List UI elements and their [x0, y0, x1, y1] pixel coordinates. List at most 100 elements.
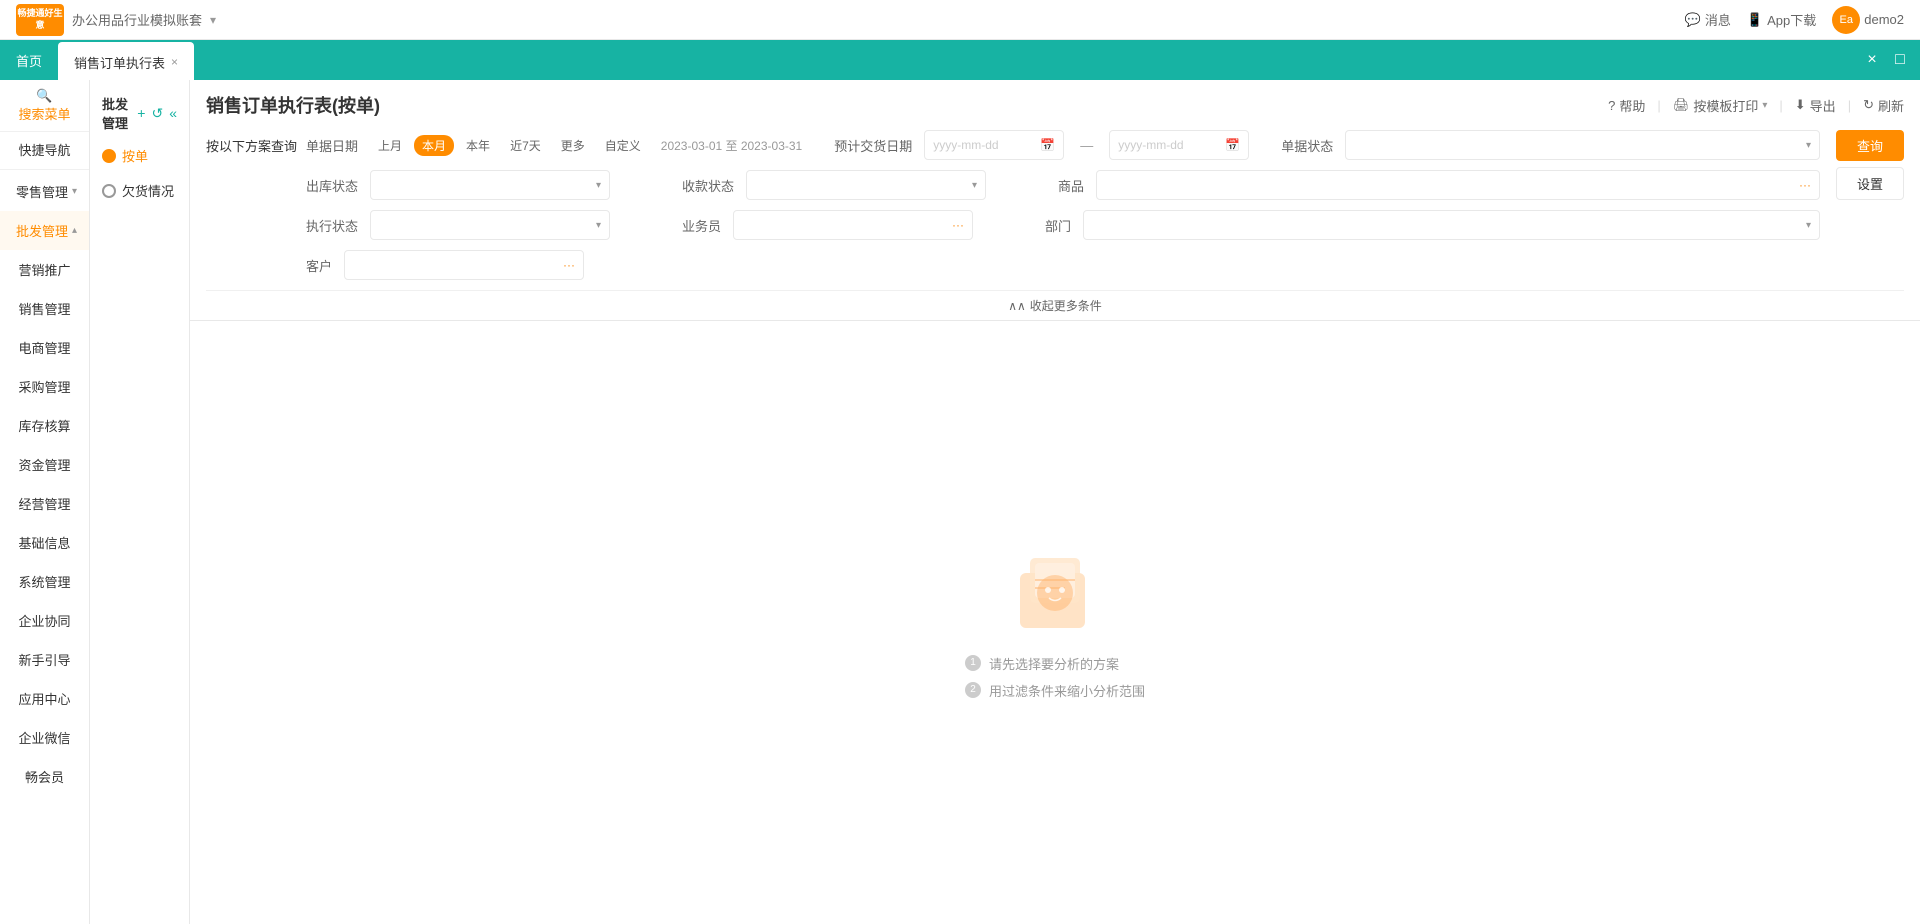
- sidebar-item-appcenter[interactable]: 应用中心: [0, 679, 89, 718]
- sidebar-item-inventory[interactable]: 库存核算: [0, 406, 89, 445]
- print-template-button[interactable]: 🖨 按模板打印 ▾: [1673, 96, 1768, 115]
- tab-home[interactable]: 首页: [0, 40, 58, 80]
- message-button[interactable]: 💬 消息: [1685, 10, 1731, 29]
- sidebar-item-system[interactable]: 系统管理: [0, 562, 89, 601]
- empty-illustration: [1005, 538, 1105, 638]
- sidebar-item-finance[interactable]: 资金管理: [0, 445, 89, 484]
- sub-item-欠货情况[interactable]: 欠货情况: [90, 173, 189, 208]
- filter-controls: 单据日期 上月 本月 本年 近7天 更多 自定义 2023-03-01 至 20…: [306, 130, 1820, 280]
- date-start-input[interactable]: yyyy-mm-dd 📅: [924, 130, 1064, 160]
- tab-minimize-button[interactable]: ×: [1860, 48, 1884, 72]
- date-tab-custom[interactable]: 自定义: [597, 135, 649, 156]
- date-tab-this-month[interactable]: 本月: [414, 135, 454, 156]
- customer-select[interactable]: ···: [344, 250, 584, 280]
- sidebar-item-operations[interactable]: 经营管理: [0, 484, 89, 523]
- date-tab-7days[interactable]: 近7天: [502, 135, 549, 156]
- sidebar-item-ecommerce[interactable]: 电商管理: [0, 328, 89, 367]
- sub-item-label-2: 欠货情况: [122, 181, 174, 200]
- date-range-display: 2023-03-01 至 2023-03-31: [661, 137, 802, 154]
- export-button[interactable]: ⬇ 导出: [1795, 96, 1836, 115]
- search-button[interactable]: 查询: [1836, 130, 1904, 161]
- exec-status-select[interactable]: ▾: [370, 210, 610, 240]
- app-download-label: App下载: [1767, 10, 1816, 29]
- sidebar-retail-arrow: ▾: [72, 186, 77, 197]
- help-button[interactable]: ? 帮助: [1608, 96, 1645, 115]
- sidebar-item-sales[interactable]: 销售管理: [0, 289, 89, 328]
- export-label: 导出: [1810, 96, 1836, 115]
- tabbar: 首页 销售订单执行表 × × □: [0, 40, 1920, 80]
- main-layout: 🔍 搜索菜单 快捷导航 零售管理 ▾ 批发管理 ▴ 营销推广 销售管理 电商管理…: [0, 80, 1920, 924]
- sidebar-search-menu[interactable]: 🔍 搜索菜单: [0, 80, 89, 131]
- avatar: Ea: [1832, 6, 1860, 34]
- sidebar-item-corp[interactable]: 企业协同: [0, 601, 89, 640]
- nav-title: 办公用品行业模拟账套: [72, 10, 202, 29]
- filter-row-4: 客户 ···: [306, 250, 1820, 280]
- collapse-label: 收起更多条件: [1030, 297, 1102, 314]
- goods-select[interactable]: ···: [1096, 170, 1820, 200]
- refresh-label: 刷新: [1878, 96, 1904, 115]
- sub-collapse-button[interactable]: «: [169, 105, 177, 121]
- out-status-dropdown-icon: ▾: [596, 180, 601, 191]
- sub-item-按单[interactable]: 按单: [90, 138, 189, 173]
- tab-active[interactable]: 销售订单执行表 ×: [58, 42, 194, 82]
- app-download-button[interactable]: 📱 App下载: [1747, 10, 1816, 29]
- sidebar-marketing-label: 营销推广: [12, 260, 77, 279]
- sidebar-basic-label: 基础信息: [12, 533, 77, 552]
- date-start-placeholder: yyyy-mm-dd: [933, 138, 998, 152]
- sub-sidebar-controls: + ↺ «: [137, 105, 177, 122]
- topbar-right: 💬 消息 📱 App下载 Ea demo2: [1685, 6, 1904, 34]
- goods-more-icon: ···: [1799, 178, 1811, 192]
- order-status-select[interactable]: ▾: [1345, 130, 1820, 160]
- tab-active-label: 销售订单执行表: [74, 53, 165, 72]
- sidebar-item-guide[interactable]: 新手引导: [0, 640, 89, 679]
- filter-row-1: 按以下方案查询 单据日期 上月 本月 本年 近7天 更多: [206, 130, 1904, 280]
- collapse-button[interactable]: ∧∧ 收起更多条件: [206, 290, 1904, 320]
- empty-step-2: 2 用过滤条件来缩小分析范围: [965, 681, 1145, 700]
- sub-refresh-button[interactable]: ↺: [151, 105, 163, 122]
- sidebar-wholesale-arrow: ▴: [72, 225, 77, 236]
- tab-close-icon[interactable]: ×: [171, 55, 178, 69]
- sidebar-item-wholesale[interactable]: 批发管理 ▴: [0, 211, 89, 250]
- order-status-label: 单据状态: [1281, 136, 1333, 155]
- step-2-text: 用过滤条件来缩小分析范围: [989, 681, 1145, 700]
- order-status-dropdown-icon: ▾: [1806, 140, 1811, 151]
- salesperson-label: 业务员: [682, 216, 721, 235]
- sidebar-item-basic[interactable]: 基础信息: [0, 523, 89, 562]
- out-status-select[interactable]: ▾: [370, 170, 610, 200]
- dept-select[interactable]: ▾: [1083, 210, 1820, 240]
- dept-label: 部门: [1045, 216, 1071, 235]
- sidebar-item-wechat[interactable]: 企业微信: [0, 718, 89, 757]
- sidebar-ecommerce-label: 电商管理: [12, 338, 77, 357]
- sidebar-guide-label: 新手引导: [12, 650, 77, 669]
- sub-add-button[interactable]: +: [137, 105, 145, 121]
- sidebar-item-member[interactable]: 畅会员: [0, 757, 89, 796]
- nav-dropdown[interactable]: ▾: [210, 13, 216, 27]
- print-label: 按模板打印: [1693, 96, 1758, 115]
- date-tabs: 上月 本月 本年 近7天 更多 自定义 2023-03-01 至 2023-03…: [370, 135, 802, 156]
- sidebar-divider-1: [0, 169, 89, 170]
- date-end-input[interactable]: yyyy-mm-dd 📅: [1109, 130, 1249, 160]
- logo: 畅捷通好生意: [16, 4, 64, 36]
- collect-status-select[interactable]: ▾: [746, 170, 986, 200]
- date-tab-this-year[interactable]: 本年: [458, 135, 498, 156]
- sidebar-system-label: 系统管理: [12, 572, 77, 591]
- search-reset-group: 查询 设置: [1836, 130, 1904, 200]
- sidebar-item-purchase[interactable]: 采购管理: [0, 367, 89, 406]
- sidebar-item-retail[interactable]: 零售管理 ▾: [0, 172, 89, 211]
- date-tab-more[interactable]: 更多: [553, 135, 593, 156]
- refresh-icon: ↻: [1863, 97, 1874, 113]
- sidebar-item-marketing[interactable]: 营销推广: [0, 250, 89, 289]
- tab-maximize-button[interactable]: □: [1888, 48, 1912, 72]
- date-tab-last-month[interactable]: 上月: [370, 135, 410, 156]
- reset-button[interactable]: 设置: [1836, 167, 1904, 200]
- filter-row-dates: 单据日期 上月 本月 本年 近7天 更多 自定义 2023-03-01 至 20…: [306, 130, 1820, 160]
- help-label: 帮助: [1619, 96, 1645, 115]
- user-menu[interactable]: Ea demo2: [1832, 6, 1904, 34]
- app-icon: 📱: [1747, 12, 1763, 28]
- sidebar-quick-nav[interactable]: 快捷导航: [0, 131, 89, 167]
- refresh-button[interactable]: ↻ 刷新: [1863, 96, 1904, 115]
- salesperson-more-icon: ···: [952, 218, 964, 232]
- customer-more-icon: ···: [563, 258, 575, 272]
- salesperson-select[interactable]: ···: [733, 210, 973, 240]
- sidebar-corp-label: 企业协同: [12, 611, 77, 630]
